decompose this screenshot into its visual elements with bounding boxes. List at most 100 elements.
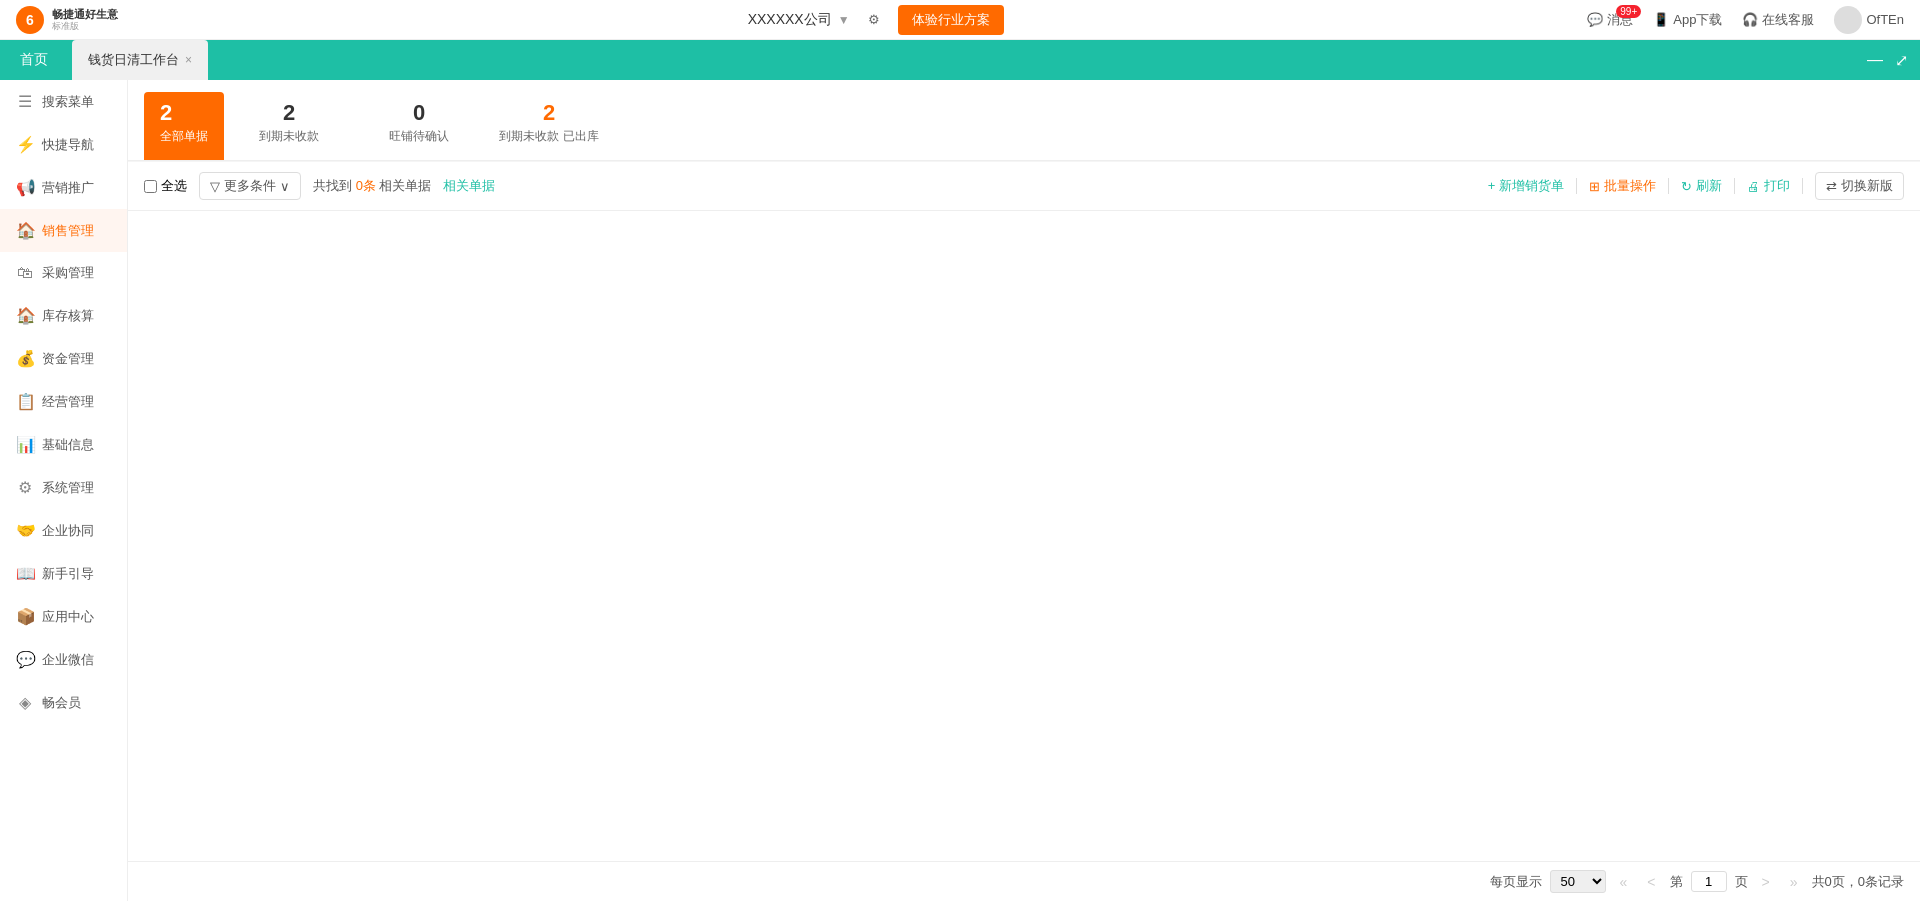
batch-icon: ⊞ (1589, 179, 1600, 194)
refresh-button[interactable]: ↻ 刷新 (1681, 177, 1722, 195)
sidebar-item-operations[interactable]: 📋 经营管理 (0, 380, 127, 423)
avatar-image (1834, 6, 1862, 34)
purchase-icon: 🛍 (16, 264, 34, 282)
select-all-checkbox[interactable]: 全选 (144, 177, 187, 195)
workbench-tab[interactable]: 钱货日清工作台 × (72, 40, 208, 80)
toolbar-right: + 新增销货单 ⊞ 批量操作 ↻ 刷新 🖨 打印 ⇄ (1488, 172, 1904, 200)
found-count: 0条 (356, 178, 376, 193)
sidebar-item-search-menu[interactable]: ☰ 搜索菜单 (0, 80, 127, 123)
prev-page-button[interactable]: < (1641, 872, 1661, 892)
stats-tabs: 2 全部单据 2 到期未收款 0 旺铺待确认 2 到期未收款 已出库 (128, 80, 1920, 161)
table-area (128, 211, 1920, 861)
found-text: 共找到 0条 相关单据 (313, 177, 431, 195)
sidebar-label-guide: 新手引导 (42, 565, 94, 583)
select-all-label: 全选 (161, 177, 187, 195)
first-page-button[interactable]: « (1614, 872, 1634, 892)
sidebar-item-app-center[interactable]: 📦 应用中心 (0, 595, 127, 638)
sidebar-label-app-center: 应用中心 (42, 608, 94, 626)
page-size-select[interactable]: 20 50 100 (1550, 870, 1606, 893)
header-right: 💬 消息 99+ 📱 App下载 🎧 在线客服 OfTEn (1587, 6, 1904, 34)
print-icon: 🖨 (1747, 179, 1760, 194)
operations-icon: 📋 (16, 392, 34, 411)
sidebar-item-enterprise[interactable]: 🤝 企业协同 (0, 509, 127, 552)
sidebar-item-guide[interactable]: 📖 新手引导 (0, 552, 127, 595)
switch-version-button[interactable]: ⇄ 切换新版 (1815, 172, 1904, 200)
stat-tab-all[interactable]: 2 全部单据 (144, 92, 224, 160)
tab-bar-actions: — ⤢ (1867, 51, 1920, 70)
footer-pagination: 每页显示 20 50 100 « < 第 页 > » 共0页，0条记录 (128, 861, 1920, 901)
sidebar-item-purchase[interactable]: 🛍 采购管理 (0, 252, 127, 294)
page-number-input[interactable] (1691, 871, 1727, 892)
stat-tab-shipped[interactable]: 2 到期未收款 已出库 (484, 92, 614, 160)
switch-icon: ⇄ (1826, 179, 1837, 194)
sidebar-label-sys-mgmt: 系统管理 (42, 479, 94, 497)
sidebar-item-sys-mgmt[interactable]: ⚙ 系统管理 (0, 466, 127, 509)
user-avatar[interactable]: OfTEn (1834, 6, 1904, 34)
inventory-icon: 🏠 (16, 306, 34, 325)
sidebar-item-inventory[interactable]: 🏠 库存核算 (0, 294, 127, 337)
page-text: 第 (1670, 873, 1683, 891)
next-page-button[interactable]: > (1756, 872, 1776, 892)
sys-mgmt-icon: ⚙ (16, 478, 34, 497)
sidebar-item-sales[interactable]: 🏠 销售管理 (0, 209, 127, 252)
settings-button[interactable]: ⚙ (860, 6, 888, 34)
stat-tab-wangwang[interactable]: 0 旺铺待确认 (354, 92, 484, 160)
sidebar-item-marketing[interactable]: 📢 营销推广 (0, 166, 127, 209)
finance-icon: 💰 (16, 349, 34, 368)
tab-close-button[interactable]: × (185, 53, 192, 67)
stat-overdue-count: 2 (236, 100, 342, 126)
messages-badge: 99+ (1616, 5, 1641, 18)
tab-bar: 首页 钱货日清工作台 × — ⤢ (0, 40, 1920, 80)
app-download-button[interactable]: 📱 App下载 (1653, 11, 1722, 29)
tab-maximize-button[interactable]: ⤢ (1895, 51, 1908, 70)
guide-icon: 📖 (16, 564, 34, 583)
sidebar: ☰ 搜索菜单 ⚡ 快捷导航 📢 营销推广 🏠 销售管理 🛍 采购管理 🏠 库存核… (0, 80, 128, 901)
sidebar-item-member[interactable]: ◈ 畅会员 (0, 681, 127, 724)
pagination-summary: 共0页，0条记录 (1812, 873, 1904, 891)
sidebar-label-wechat: 企业微信 (42, 651, 94, 669)
refresh-icon: ↻ (1681, 179, 1692, 194)
marketing-icon: 📢 (16, 178, 34, 197)
sidebar-label-enterprise: 企业协同 (42, 522, 94, 540)
sidebar-item-wechat[interactable]: 💬 企业微信 (0, 638, 127, 681)
sidebar-item-basic-info[interactable]: 📊 基础信息 (0, 423, 127, 466)
online-service-button[interactable]: 🎧 在线客服 (1742, 11, 1814, 29)
sidebar-item-finance[interactable]: 💰 资金管理 (0, 337, 127, 380)
app-name: 畅捷通好生意 标准版 (52, 7, 118, 33)
sales-icon: 🏠 (16, 221, 34, 240)
basic-info-icon: 📊 (16, 435, 34, 454)
company-dropdown-arrow: ▼ (838, 13, 850, 27)
toolbar-divider-2 (1668, 178, 1669, 194)
company-name: XXXXXX公司 (748, 11, 832, 29)
filter-icon: ▽ (210, 179, 220, 194)
company-selector[interactable]: XXXXXX公司 ▼ (748, 11, 850, 29)
sidebar-label-operations: 经营管理 (42, 393, 94, 411)
sidebar-label-member: 畅会员 (42, 694, 81, 712)
new-bill-button[interactable]: + 新增销货单 (1488, 177, 1564, 195)
top-header: 6 畅捷通好生意 标准版 XXXXXX公司 ▼ ⚙ 体验行业方案 💬 消息 99… (0, 0, 1920, 40)
stat-tab-overdue[interactable]: 2 到期未收款 (224, 92, 354, 160)
tab-minimize-button[interactable]: — (1867, 51, 1883, 69)
sidebar-label-basic-info: 基础信息 (42, 436, 94, 454)
logo-area: 6 畅捷通好生意 标准版 (16, 6, 144, 34)
main-layout: ☰ 搜索菜单 ⚡ 快捷导航 📢 营销推广 🏠 销售管理 🛍 采购管理 🏠 库存核… (0, 80, 1920, 901)
filter-arrow-icon: ∨ (280, 179, 290, 194)
search-menu-icon: ☰ (16, 92, 34, 111)
messages-button[interactable]: 💬 消息 99+ (1587, 11, 1633, 29)
print-button[interactable]: 🖨 打印 (1747, 177, 1790, 195)
select-all-input[interactable] (144, 180, 157, 193)
batch-operation-button[interactable]: ⊞ 批量操作 (1589, 177, 1656, 195)
stat-wangwang-count: 0 (366, 100, 472, 126)
page-text2: 页 (1735, 873, 1748, 891)
content-area: 2 全部单据 2 到期未收款 0 旺铺待确认 2 到期未收款 已出库 (128, 80, 1920, 901)
filter-button[interactable]: ▽ 更多条件 ∨ (199, 172, 301, 200)
sidebar-label-sales: 销售管理 (42, 222, 94, 240)
home-tab[interactable]: 首页 (0, 40, 68, 80)
stat-shipped-label: 到期未收款 已出库 (496, 128, 602, 145)
member-icon: ◈ (16, 693, 34, 712)
related-bills-link[interactable]: 相关单据 (443, 177, 495, 195)
toolbar-divider-3 (1734, 178, 1735, 194)
last-page-button[interactable]: » (1784, 872, 1804, 892)
sidebar-item-quick-nav[interactable]: ⚡ 快捷导航 (0, 123, 127, 166)
experience-button[interactable]: 体验行业方案 (898, 5, 1004, 35)
